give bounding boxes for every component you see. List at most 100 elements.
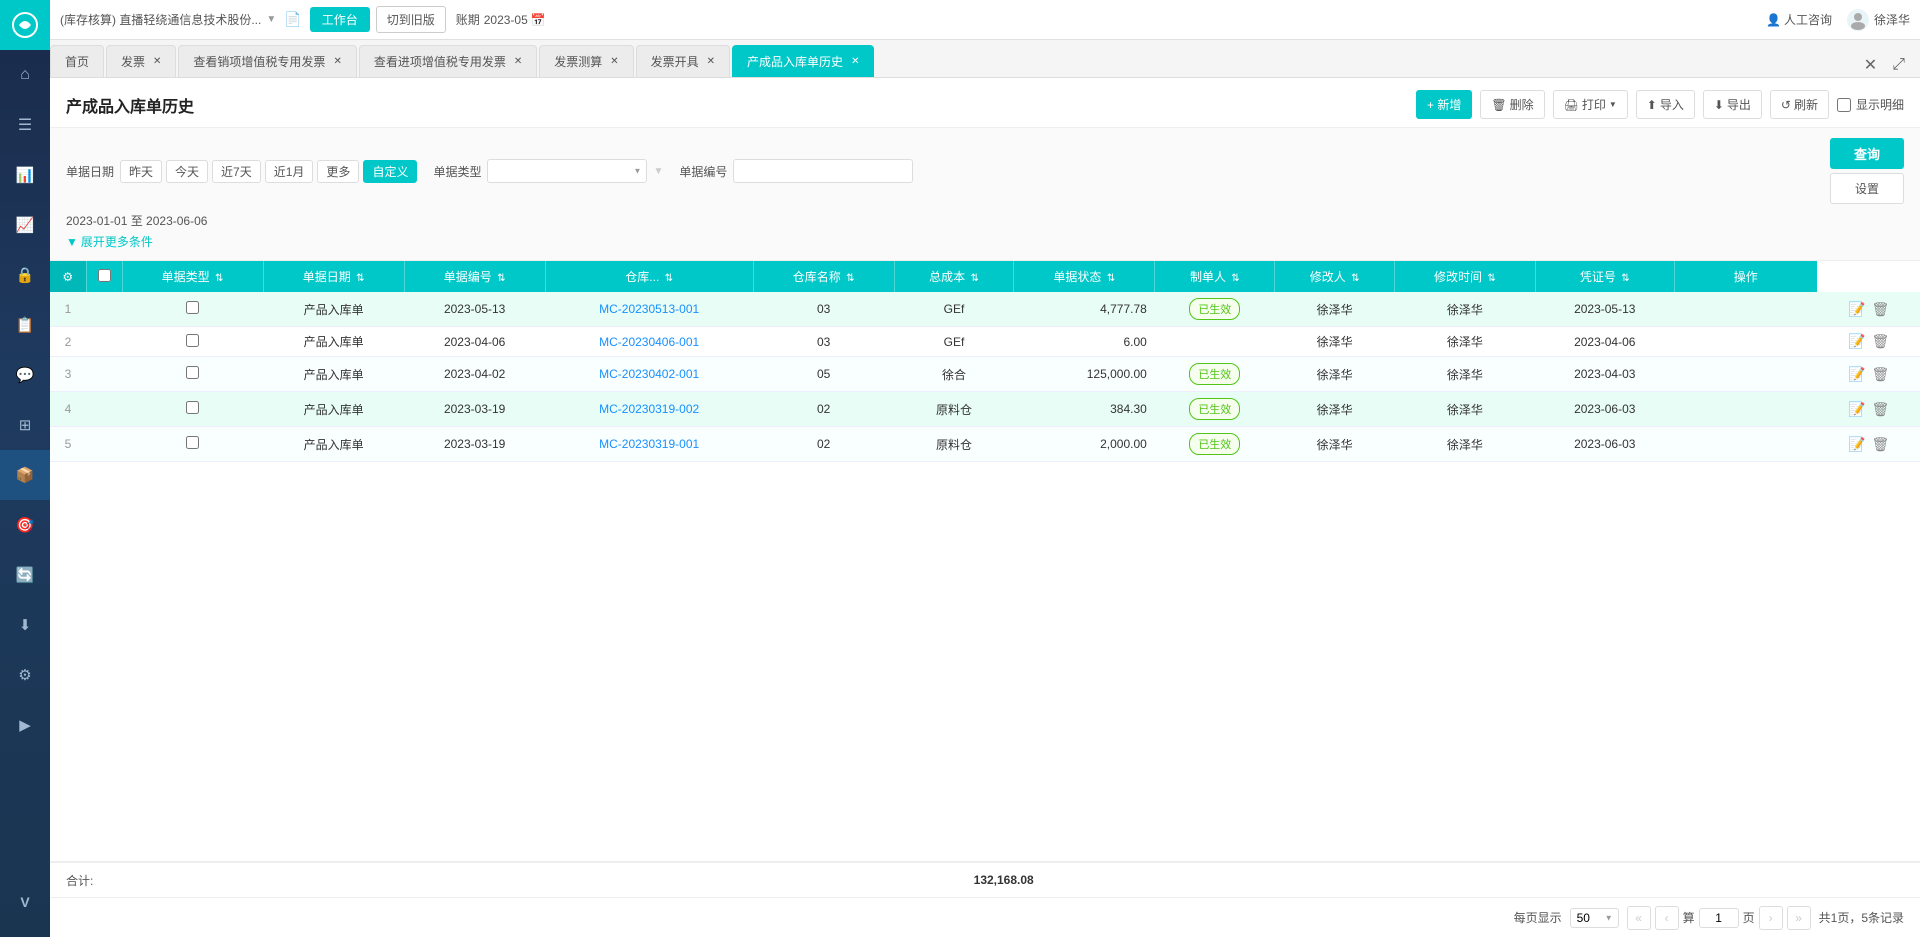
tab-close-button[interactable]: ✕ (1859, 53, 1882, 77)
tab-purchase-vat[interactable]: 查看进项增值税专用发票 ✕ (359, 45, 537, 77)
sidebar-item-modules[interactable]: ⊞ (0, 400, 50, 450)
row-settings-icon[interactable] (86, 327, 122, 357)
row-delete-icon[interactable]: 🗑 (1872, 333, 1890, 350)
delete-button[interactable]: 🗑 删除 (1480, 90, 1544, 119)
row-number-link[interactable]: MC-20230319-002 (599, 402, 699, 416)
row-checkbox[interactable] (186, 436, 199, 449)
new-button[interactable]: + 新增 (1416, 90, 1472, 119)
more-button[interactable]: 更多 (317, 160, 359, 183)
week-button[interactable]: 近7天 (212, 160, 261, 183)
filter-type-select[interactable] (487, 159, 647, 183)
row-checkbox[interactable] (186, 401, 199, 414)
row-settings-icon[interactable] (86, 292, 122, 327)
row-number-link[interactable]: MC-20230513-001 (599, 302, 699, 316)
tab-sales-vat[interactable]: 查看销项增值税专用发票 ✕ (178, 45, 356, 77)
col-modifier[interactable]: 修改人 ⇅ (1275, 261, 1395, 292)
tab-invoice-issue[interactable]: 发票开具 ✕ (636, 45, 730, 77)
select-all-checkbox[interactable] (98, 269, 111, 282)
row-number-link[interactable]: MC-20230319-001 (599, 437, 699, 451)
row-checkbox[interactable] (186, 366, 199, 379)
col-modify-time[interactable]: 修改时间 ⇅ (1394, 261, 1535, 292)
first-page-button[interactable]: « (1627, 906, 1651, 930)
sidebar-item-targets[interactable]: 🎯 (0, 500, 50, 550)
tab-home[interactable]: 首页 (50, 45, 104, 77)
sidebar-item-messages[interactable]: 💬 (0, 350, 50, 400)
tab-expand-button[interactable]: ⤢ (1887, 54, 1910, 76)
tab-invoice[interactable]: 发票 ✕ (106, 45, 176, 77)
sidebar-item-home[interactable]: ⌂ (0, 50, 50, 100)
col-voucher[interactable]: 凭证号 ⇅ (1535, 261, 1674, 292)
row-settings-icon[interactable] (86, 427, 122, 462)
tab-product-inbound-close-icon[interactable]: ✕ (851, 57, 859, 67)
row-settings-icon[interactable] (86, 357, 122, 392)
workbench-button[interactable]: 工作台 (310, 7, 370, 32)
row-edit-icon[interactable]: 📝 (1848, 333, 1865, 350)
row-edit-icon[interactable]: 📝 (1848, 401, 1865, 418)
row-number-link[interactable]: MC-20230406-001 (599, 335, 699, 349)
col-creator[interactable]: 制单人 ⇅ (1155, 261, 1275, 292)
switch-version-button[interactable]: 切到旧版 (376, 6, 446, 33)
period-calendar-icon[interactable]: 📅 (531, 13, 546, 27)
row-settings-icon[interactable] (86, 392, 122, 427)
tab-product-inbound[interactable]: 产成品入库单历史 ✕ (732, 45, 874, 77)
refresh-button[interactable]: ↺ 刷新 (1770, 90, 1829, 119)
tab-invoice-calc-close-icon[interactable]: ✕ (610, 57, 618, 67)
prev-page-button[interactable]: ‹ (1655, 906, 1679, 930)
row-edit-icon[interactable]: 📝 (1848, 436, 1865, 453)
export-button[interactable]: ⬇ 导出 (1703, 90, 1762, 119)
page-number-input[interactable] (1699, 908, 1739, 928)
row-delete-icon[interactable]: 🗑 (1872, 301, 1890, 318)
query-button[interactable]: 查询 (1830, 138, 1904, 169)
next-page-button[interactable]: › (1759, 906, 1783, 930)
sidebar-item-sync[interactable]: 🔄 (0, 550, 50, 600)
col-warehouse-name[interactable]: 仓库名称 ⇅ (753, 261, 894, 292)
sidebar-item-version[interactable]: V (0, 877, 50, 927)
display-toggle-checkbox[interactable] (1837, 98, 1851, 112)
sidebar-item-security[interactable]: 🔒 (0, 250, 50, 300)
sidebar-item-docs[interactable]: 📋 (0, 300, 50, 350)
row-checkbox[interactable] (186, 334, 199, 347)
tab-invoice-close-icon[interactable]: ✕ (153, 57, 161, 67)
tab-invoice-calc[interactable]: 发票测算 ✕ (539, 45, 633, 77)
filter-setting-button[interactable]: 设置 (1830, 173, 1904, 204)
row-number-link[interactable]: MC-20230402-001 (599, 367, 699, 381)
print-button[interactable]: 🖨 打印 ▼ (1553, 90, 1628, 119)
sidebar-item-download[interactable]: ⬇ (0, 600, 50, 650)
col-warehouse-code[interactable]: 仓库... ⇅ (545, 261, 753, 292)
sidebar-item-menu[interactable]: ☰ (0, 100, 50, 150)
sidebar-item-settings[interactable]: ⚙ (0, 650, 50, 700)
yesterday-button[interactable]: 昨天 (120, 160, 162, 183)
sidebar-item-analytics[interactable]: 📈 (0, 200, 50, 250)
col-status[interactable]: 单据状态 ⇅ (1014, 261, 1155, 292)
last-page-button[interactable]: » (1787, 906, 1811, 930)
import-button[interactable]: ⬆ 导入 (1636, 90, 1695, 119)
col-number[interactable]: 单据编号 ⇅ (404, 261, 545, 292)
row-delete-icon[interactable]: 🗑 (1872, 401, 1890, 418)
sidebar-item-inventory[interactable]: 📦 (0, 450, 50, 500)
expand-conditions-button[interactable]: ▼ 展开更多条件 (66, 233, 153, 250)
col-total-cost[interactable]: 总成本 ⇅ (894, 261, 1014, 292)
tab-purchase-vat-close-icon[interactable]: ✕ (514, 57, 522, 67)
sidebar-item-play[interactable]: ▶ (0, 700, 50, 750)
row-delete-icon[interactable]: 🗑 (1872, 436, 1890, 453)
document-icon[interactable]: 📄 (284, 11, 301, 28)
pagination-size-select[interactable]: 10 20 50 100 (1570, 908, 1619, 928)
sidebar-item-report[interactable]: 📊 (0, 150, 50, 200)
col-settings[interactable]: ⚙ (50, 261, 86, 292)
help-button[interactable]: 👤 人工咨询 (1766, 11, 1832, 28)
tab-invoice-issue-close-icon[interactable]: ✕ (707, 57, 715, 67)
tab-sales-vat-close-icon[interactable]: ✕ (333, 57, 341, 67)
month-button[interactable]: 近1月 (265, 160, 314, 183)
col-voucher-label: 凭证号 (1580, 270, 1616, 284)
row-edit-icon[interactable]: 📝 (1848, 366, 1865, 383)
row-edit-icon[interactable]: 📝 (1848, 301, 1865, 318)
custom-button[interactable]: 自定义 (363, 160, 417, 183)
row-delete-icon[interactable]: 🗑 (1872, 366, 1890, 383)
user-menu[interactable]: 徐泽华 (1847, 9, 1910, 31)
today-button[interactable]: 今天 (166, 160, 208, 183)
row-checkbox[interactable] (186, 301, 199, 314)
col-type[interactable]: 单据类型 ⇅ (122, 261, 263, 292)
col-date[interactable]: 单据日期 ⇅ (263, 261, 404, 292)
filter-number-input[interactable] (733, 159, 913, 183)
col-checkbox[interactable] (86, 261, 122, 292)
